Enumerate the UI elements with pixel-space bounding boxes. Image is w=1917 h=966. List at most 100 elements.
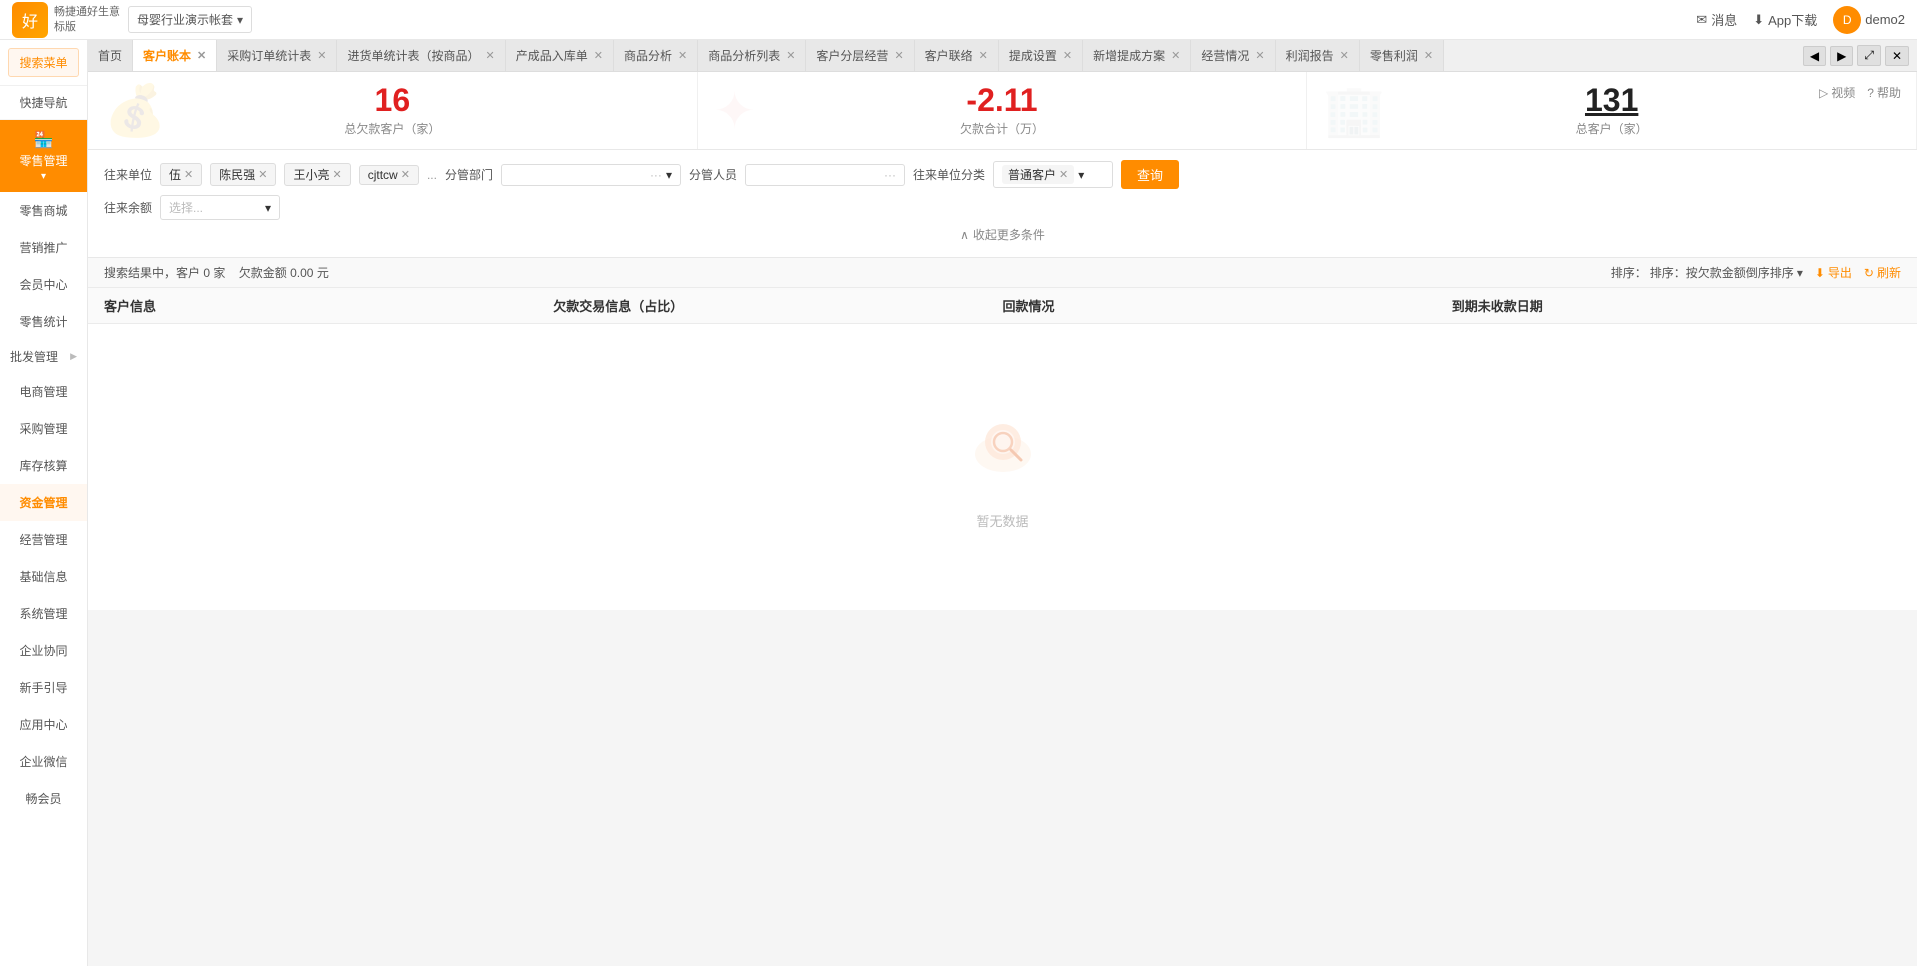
- company-category-select[interactable]: 普通客户 ✕ ▾: [993, 161, 1113, 188]
- video-btn[interactable]: ▷ 视频: [1819, 84, 1855, 101]
- tab-close-retail-profit[interactable]: ✕: [1424, 49, 1433, 62]
- tab-customer-tier[interactable]: 客户分层经营 ✕: [806, 40, 914, 72]
- sidebar-item-inventory[interactable]: 库存核算: [0, 447, 87, 484]
- sidebar-item-app-center[interactable]: 应用中心: [0, 706, 87, 743]
- sidebar-item-retail-mgmt[interactable]: 🏪 零售管理 ▾: [0, 120, 87, 192]
- tab-add-promotion-plan[interactable]: 新增提成方案 ✕: [1083, 40, 1191, 72]
- page-content: 💰 16 总欠款客户（家） ✦ -2.11 欠款合计（万） 🏢 131 总客户（…: [88, 72, 1917, 966]
- top-header: 好 畅捷通好生意 标版 母婴行业演示帐套 ▾ ✉ 消息 ⬇ App下载 D de…: [0, 0, 1917, 40]
- content-area: 首页 客户账本 ✕ 采购订单统计表 ✕ 进货单统计表（按商品） ✕ 产成品入库单…: [88, 40, 1917, 966]
- account-dropdown[interactable]: 母婴行业演示帐套 ▾: [128, 6, 252, 33]
- stat-bg-icon-1: 💰: [104, 81, 166, 140]
- tab-close-product-entry[interactable]: ✕: [594, 49, 603, 62]
- sidebar-item-basic-info[interactable]: 基础信息: [0, 558, 87, 595]
- stat-value-total-customers: 16: [375, 84, 411, 116]
- sidebar-item-sys-mgmt[interactable]: 系统管理: [0, 595, 87, 632]
- export-btn[interactable]: ⬇ 导出: [1815, 264, 1852, 281]
- tab-close-promotion-setup[interactable]: ✕: [1063, 49, 1072, 62]
- company-tag-chen[interactable]: 陈民强 ✕: [210, 163, 276, 186]
- sidebar-item-vip-member[interactable]: 畅会员: [0, 780, 87, 817]
- tab-close-all-btn[interactable]: ✕: [1885, 46, 1909, 66]
- sidebar-item-retail-shop[interactable]: 零售商城: [0, 192, 87, 229]
- messages-btn[interactable]: ✉ 消息: [1696, 10, 1737, 29]
- sidebar-item-operation[interactable]: 经营管理: [0, 521, 87, 558]
- tab-nav-prev[interactable]: ◀: [1803, 46, 1826, 66]
- company-filter-label: 往来单位: [104, 166, 152, 183]
- person-select[interactable]: ···: [745, 164, 905, 186]
- category-tag-normal-close[interactable]: ✕: [1059, 168, 1068, 181]
- collapse-btn[interactable]: ∧ 收起更多条件: [960, 226, 1045, 243]
- th-overdue-date: 到期未收款日期: [1452, 296, 1901, 315]
- query-btn[interactable]: 查询: [1121, 160, 1179, 189]
- tab-close-customer-balance[interactable]: ✕: [197, 49, 206, 62]
- user-menu[interactable]: D demo2: [1833, 6, 1905, 34]
- tab-retail-profit[interactable]: 零售利润 ✕: [1360, 40, 1444, 72]
- company-tag-chen-close[interactable]: ✕: [258, 168, 267, 181]
- sort-btn[interactable]: 排序： 排序：按欠款金额倒序排序 ▾: [1611, 264, 1803, 281]
- message-icon: ✉: [1696, 12, 1707, 28]
- chevron-right-icon: ▶: [70, 351, 77, 362]
- sidebar-item-wholesale[interactable]: 批发管理 ▶: [0, 340, 87, 373]
- tab-close-inventory-stats[interactable]: ✕: [486, 49, 495, 62]
- sidebar-item-enterprise-wx[interactable]: 企业微信: [0, 743, 87, 780]
- tab-close-purchase-orders[interactable]: ✕: [317, 49, 326, 62]
- help-icon: ?: [1867, 86, 1874, 100]
- tab-inventory-stats[interactable]: 进货单统计表（按商品） ✕: [337, 40, 505, 72]
- dept-select-chevron: ▾: [666, 168, 672, 182]
- tab-business-status[interactable]: 经营情况 ✕: [1191, 40, 1275, 72]
- company-tag-cjttcw[interactable]: cjttcw ✕: [359, 165, 419, 185]
- tab-close-customer-contact[interactable]: ✕: [979, 49, 988, 62]
- tab-promotion-setup[interactable]: 提成设置 ✕: [999, 40, 1083, 72]
- sidebar-item-finance[interactable]: 资金管理: [0, 484, 87, 521]
- stats-bar: 💰 16 总欠款客户（家） ✦ -2.11 欠款合计（万） 🏢 131 总客户（…: [88, 72, 1917, 150]
- chevron-down-icon: ▾: [237, 13, 243, 27]
- tab-purchase-orders[interactable]: 采购订单统计表 ✕: [217, 40, 337, 72]
- help-btn[interactable]: ? 帮助: [1867, 84, 1901, 101]
- dept-filter-label: 分管部门: [445, 166, 493, 183]
- avatar: D: [1833, 6, 1861, 34]
- filter-row-2: 往来余额 选择... ▾: [104, 195, 1901, 220]
- empty-text: 暂无数据: [976, 511, 1028, 530]
- company-tag-wang[interactable]: 王小亮 ✕: [284, 163, 350, 186]
- company-tag-cjttcw-close[interactable]: ✕: [401, 168, 410, 181]
- tab-customer-balance[interactable]: 客户账本 ✕: [133, 40, 217, 72]
- tab-product-entry[interactable]: 产成品入库单 ✕: [506, 40, 614, 72]
- stats-top-right: ▷ 视频 ? 帮助: [1819, 84, 1901, 101]
- sidebar-item-purchase[interactable]: 采购管理: [0, 410, 87, 447]
- result-text: 搜索结果中，客户 0 家 欠款金额 0.00 元: [104, 264, 329, 281]
- sidebar-item-retail-stats[interactable]: 零售统计: [0, 303, 87, 340]
- company-tag-wu-close[interactable]: ✕: [184, 168, 193, 181]
- stat-value-total-debt: -2.11: [966, 84, 1037, 116]
- sidebar-item-member[interactable]: 会员中心: [0, 266, 87, 303]
- sidebar-item-corp-coop[interactable]: 企业协同: [0, 632, 87, 669]
- result-bar-right: 排序： 排序：按欠款金额倒序排序 ▾ ⬇ 导出 ↻ 刷新: [1611, 264, 1901, 281]
- tab-product-analysis[interactable]: 商品分析 ✕: [614, 40, 698, 72]
- dept-select[interactable]: ··· ▾: [501, 164, 681, 186]
- sidebar-item-ecommerce[interactable]: 电商管理: [0, 373, 87, 410]
- company-tag-wang-close[interactable]: ✕: [333, 168, 342, 181]
- tab-close-profit-report[interactable]: ✕: [1340, 49, 1349, 62]
- tab-close-add-promotion-plan[interactable]: ✕: [1171, 49, 1180, 62]
- empty-illustration: [963, 404, 1043, 499]
- company-tag-wu[interactable]: 伍 ✕: [160, 163, 202, 186]
- tab-nav-next[interactable]: ▶: [1830, 46, 1853, 66]
- sidebar-item-new-guide[interactable]: 新手引导: [0, 669, 87, 706]
- refresh-btn[interactable]: ↻ 刷新: [1864, 264, 1901, 281]
- app-download-btn[interactable]: ⬇ App下载: [1753, 10, 1817, 29]
- balance-select[interactable]: 选择... ▾: [160, 195, 280, 220]
- tab-customer-contact[interactable]: 客户联络 ✕: [915, 40, 999, 72]
- category-tag-normal[interactable]: 普通客户 ✕: [1002, 165, 1074, 184]
- search-menu-btn[interactable]: 搜索菜单: [8, 48, 79, 77]
- result-bar-left: 搜索结果中，客户 0 家 欠款金额 0.00 元: [104, 264, 329, 281]
- tab-close-product-analysis-list[interactable]: ✕: [786, 49, 795, 62]
- tab-profit-report[interactable]: 利润报告 ✕: [1276, 40, 1360, 72]
- tab-close-customer-tier[interactable]: ✕: [894, 49, 903, 62]
- sidebar-quick-nav[interactable]: 快捷导航: [0, 86, 87, 120]
- tab-close-business-status[interactable]: ✕: [1255, 49, 1264, 62]
- tab-close-product-analysis[interactable]: ✕: [678, 49, 687, 62]
- tab-maximize-btn[interactable]: ⤢: [1857, 45, 1881, 66]
- tab-product-analysis-list[interactable]: 商品分析列表 ✕: [698, 40, 806, 72]
- sidebar-item-marketing[interactable]: 营销推广: [0, 229, 87, 266]
- filter-more-btn[interactable]: ...: [427, 168, 437, 182]
- tab-home[interactable]: 首页: [88, 40, 133, 72]
